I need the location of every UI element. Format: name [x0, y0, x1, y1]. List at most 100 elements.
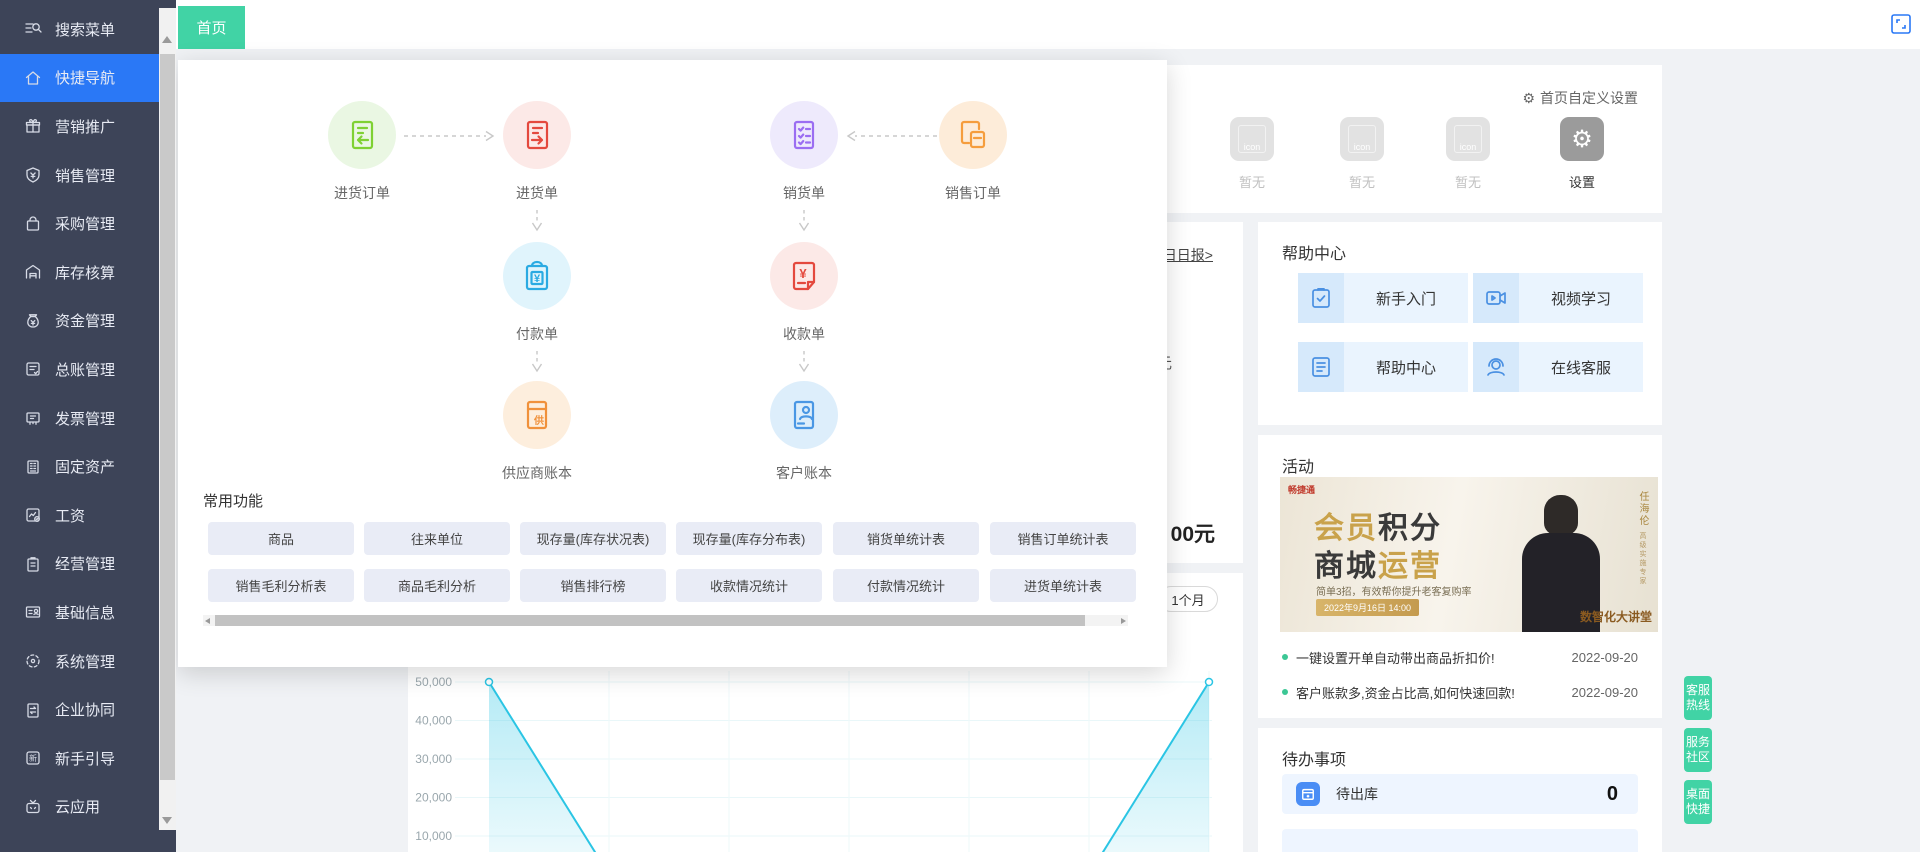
badge-service-hotline[interactable]: 客服热线 — [1684, 676, 1712, 720]
news-item[interactable]: 客户账款多,资金占比高,如何快速回款! 2022-09-20 — [1282, 684, 1638, 701]
quick-nav-panel: 进货订单 进货单 ¥ 付款单 供 供应商账本 销货单 销售订单 ¥ 收款单 客户… — [178, 60, 1167, 667]
scroll-left-arrow-icon[interactable] — [205, 617, 210, 624]
fn-btn-gross-profit-table[interactable]: 销售毛利分析表 — [208, 569, 354, 602]
badge-desktop-shortcut[interactable]: 桌面快捷 — [1684, 780, 1712, 824]
svg-text:10,000: 10,000 — [415, 829, 452, 843]
home-customize-link[interactable]: ⚙ 首页自定义设置 — [1522, 88, 1638, 108]
flow-node-customer-ledger[interactable] — [770, 381, 838, 449]
invoice-icon — [24, 409, 42, 427]
sidebar-item-inventory[interactable]: 库存核算 — [0, 248, 159, 297]
fn-btn-sales-receipt-stats[interactable]: 销货单统计表 — [833, 522, 979, 555]
bullet-icon — [1282, 689, 1288, 695]
doc-copy-icon — [960, 120, 986, 149]
fn-btn-stock-distribution[interactable]: 现存量(库存分布表) — [676, 522, 822, 555]
calendar-icon — [1296, 782, 1320, 806]
badge-service-community[interactable]: 服务社区 — [1684, 728, 1712, 772]
help-btn-video-learning[interactable]: 视频学习 — [1473, 273, 1643, 323]
sidebar-item-quick-nav[interactable]: 快捷导航 — [0, 53, 159, 103]
arrow-left-icon — [846, 130, 937, 142]
id-card-icon — [24, 603, 42, 621]
fullscreen-icon[interactable] — [1890, 13, 1912, 35]
flow-node-supplier-ledger[interactable]: 供 — [503, 381, 571, 449]
svg-text:50,000: 50,000 — [415, 675, 452, 689]
placeholder-icon: icon — [1230, 117, 1274, 161]
fn-btn-goods[interactable]: 商品 — [208, 522, 354, 555]
shortcut-slot-1: icon 暂无 — [1212, 117, 1292, 191]
shield-money-icon — [24, 166, 42, 184]
sidebar-item-operations[interactable]: 经营管理 — [0, 540, 159, 589]
system-orbit-icon — [24, 652, 42, 670]
arrow-down-icon — [531, 351, 543, 373]
todo-item-partial[interactable] — [1282, 829, 1638, 852]
scrollbar-thumb[interactable] — [160, 54, 175, 780]
shortcut-slot-3: icon 暂无 — [1428, 117, 1508, 191]
fn-btn-purchase-stats[interactable]: 进货单统计表 — [990, 569, 1136, 602]
fn-btn-payment-stats[interactable]: 付款情况统计 — [833, 569, 979, 602]
arrow-down-icon — [798, 351, 810, 373]
document-icon — [1298, 342, 1344, 392]
flow-node-purchase-receipt[interactable] — [503, 101, 571, 169]
doc-arrow-left-icon — [351, 120, 374, 150]
sidebar-item-invoice[interactable]: 发票管理 — [0, 394, 159, 443]
activity-banner[interactable]: 畅捷通 会员积分 商城运营 简单3招，有效帮你提升老客复购率 2022年9月16… — [1280, 477, 1658, 632]
sidebar-item-payroll[interactable]: 工资 — [0, 491, 159, 540]
sidebar-scrollbar[interactable] — [159, 8, 176, 830]
help-btn-help-center[interactable]: 帮助中心 — [1298, 342, 1468, 392]
help-center-card: 帮助中心 新手入门 视频学习 帮助中心 在线客服 — [1258, 222, 1662, 425]
warehouse-icon — [24, 263, 42, 281]
shortcut-settings[interactable]: ⚙ 设置 — [1542, 117, 1622, 191]
sidebar-item-system[interactable]: 系统管理 — [0, 637, 159, 686]
flow-node-payment-slip[interactable]: ¥ — [503, 242, 571, 310]
arrow-down-icon — [798, 210, 810, 232]
todo-card: 待办事项 待出库 0 — [1258, 728, 1662, 852]
flow-node-sales-order[interactable] — [939, 101, 1007, 169]
sidebar-item-collaboration[interactable]: 企业协同 — [0, 685, 159, 734]
daily-report-link[interactable]: 日日报> — [1163, 245, 1213, 265]
svg-text:供: 供 — [533, 414, 544, 427]
help-btn-getting-started[interactable]: 新手入门 — [1298, 273, 1468, 323]
sidebar-item-fixed-assets[interactable]: 固定资产 — [0, 442, 159, 491]
settings-gear-icon[interactable]: ⚙ — [1560, 117, 1604, 161]
flow-node-purchase-order[interactable] — [328, 101, 396, 169]
flow-node-sales-receipt[interactable] — [770, 101, 838, 169]
news-item[interactable]: 一键设置开单自动带出商品折扣价! 2022-09-20 — [1282, 649, 1638, 666]
tv-icon — [24, 798, 42, 816]
svg-text:30,000: 30,000 — [415, 752, 452, 766]
flow-node-receipt-slip[interactable]: ¥ — [770, 242, 838, 310]
popup-horizontal-scrollbar[interactable] — [203, 615, 1128, 626]
sidebar-item-search-menu[interactable]: 搜索菜单 — [0, 5, 159, 54]
money-bag-icon — [24, 312, 42, 330]
sidebar-item-newbie-guide[interactable]: 新 新手引导 — [0, 734, 159, 783]
todo-item-pending-outbound[interactable]: 待出库 0 — [1282, 774, 1638, 814]
help-btn-online-service[interactable]: 在线客服 — [1473, 342, 1643, 392]
gift-icon — [24, 117, 42, 135]
sidebar-item-purchase-mgmt[interactable]: 采购管理 — [0, 199, 159, 248]
clipboard-yen-icon: ¥ — [525, 260, 549, 291]
fn-btn-sales-ranking[interactable]: 销售排行榜 — [520, 569, 666, 602]
fn-btn-stock-status[interactable]: 现存量(库存状况表) — [520, 522, 666, 555]
sidebar-item-sales-mgmt[interactable]: 销售管理 — [0, 151, 159, 200]
sidebar-item-base-info[interactable]: 基础信息 — [0, 588, 159, 637]
scroll-down-arrow-icon[interactable] — [162, 817, 172, 824]
svg-text:新: 新 — [29, 753, 37, 763]
erp-dashboard: ⚙ 首页自定义设置 icon 暂无 icon 暂无 icon 暂无 ⚙ 设置 日… — [0, 0, 1920, 852]
chart-period-selector[interactable]: 1个月 — [1158, 586, 1218, 612]
headset-agent-icon — [1473, 342, 1519, 392]
scroll-right-arrow-icon[interactable] — [1121, 617, 1126, 624]
fn-btn-goods-gross-profit[interactable]: 商品毛利分析 — [364, 569, 510, 602]
topbar: 首页 — [176, 0, 1920, 49]
search-menu-icon — [24, 20, 42, 38]
fn-btn-partners[interactable]: 往来单位 — [364, 522, 510, 555]
sidebar-item-cloud-apps[interactable]: 云应用 — [0, 783, 159, 832]
help-center-title: 帮助中心 — [1282, 246, 1347, 263]
doc-arrow-right-icon — [526, 120, 549, 150]
fn-btn-sales-order-stats[interactable]: 销售订单统计表 — [990, 522, 1136, 555]
sidebar-item-funds[interactable]: 资金管理 — [0, 297, 159, 346]
tab-home[interactable]: 首页 — [178, 6, 245, 49]
checklist-icon — [793, 120, 815, 150]
scroll-up-arrow-icon[interactable] — [162, 36, 172, 43]
fn-btn-receipt-stats[interactable]: 收款情况统计 — [676, 569, 822, 602]
scrollbar-thumb[interactable] — [215, 615, 1085, 626]
sidebar-item-general-ledger[interactable]: 总账管理 — [0, 345, 159, 394]
sidebar-item-marketing[interactable]: 营销推广 — [0, 102, 159, 151]
